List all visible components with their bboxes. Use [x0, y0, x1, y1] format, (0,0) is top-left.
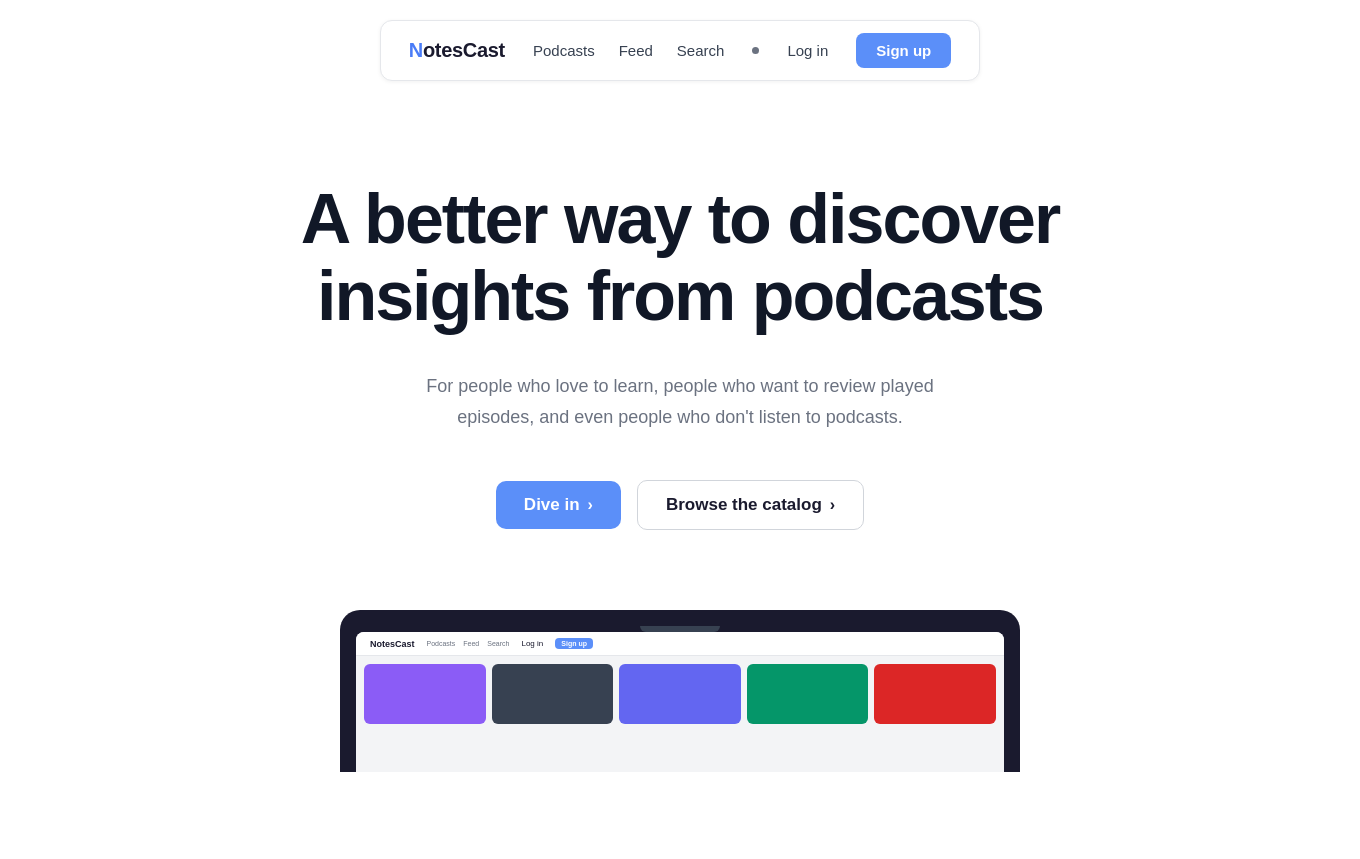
chevron-right-icon-secondary: › — [830, 496, 835, 514]
mini-login: Log in — [521, 639, 543, 648]
nav-link-feed[interactable]: Feed — [619, 42, 653, 59]
browse-catalog-label: Browse the catalog — [666, 495, 822, 515]
mini-card-5 — [874, 664, 996, 724]
hero-cta-group: Dive in › Browse the catalog › — [496, 480, 864, 530]
signup-button[interactable]: Sign up — [856, 33, 951, 68]
dive-in-button[interactable]: Dive in › — [496, 481, 621, 529]
mini-nav-podcasts: Podcasts — [427, 640, 456, 647]
mini-nav-search: Search — [487, 640, 509, 647]
brand-logo[interactable]: NotesCast — [409, 39, 505, 62]
dive-in-label: Dive in — [524, 495, 580, 515]
chevron-right-icon: › — [588, 496, 593, 514]
mini-content-grid — [356, 656, 1004, 732]
mini-card-1 — [364, 664, 486, 724]
mini-nav-links: Podcasts Feed Search — [427, 640, 510, 647]
mini-card-2 — [492, 664, 614, 724]
hero-subtitle: For people who love to learn, people who… — [420, 371, 940, 432]
nav-link-podcasts[interactable]: Podcasts — [533, 42, 595, 59]
hero-section: A better way to discover insights from p… — [0, 101, 1360, 590]
mini-signup: Sign up — [555, 638, 593, 649]
laptop-frame: NotesCast Podcasts Feed Search Log in Si… — [340, 610, 1020, 772]
login-link[interactable]: Log in — [787, 42, 828, 59]
hero-title-line1: A better way to discover — [301, 180, 1060, 258]
nav-links-list: Podcasts Feed Search — [533, 42, 724, 60]
laptop-screen: NotesCast Podcasts Feed Search Log in Si… — [356, 632, 1004, 772]
brand-suffix: otesCast — [423, 39, 505, 61]
navbar-wrapper: NotesCast Podcasts Feed Search Log in Si… — [0, 0, 1360, 101]
mini-navbar: NotesCast Podcasts Feed Search Log in Si… — [356, 632, 1004, 656]
mini-brand-logo: NotesCast — [370, 639, 415, 649]
mini-card-3 — [619, 664, 741, 724]
navbar: NotesCast Podcasts Feed Search Log in Si… — [380, 20, 981, 81]
brand-prefix: N — [409, 39, 423, 61]
laptop-preview-section: NotesCast Podcasts Feed Search Log in Si… — [0, 590, 1360, 772]
hero-title: A better way to discover insights from p… — [301, 181, 1060, 335]
mini-card-4 — [747, 664, 869, 724]
nav-link-search[interactable]: Search — [677, 42, 725, 59]
hero-title-line2: insights from podcasts — [317, 257, 1043, 335]
mini-nav-feed: Feed — [463, 640, 479, 647]
nav-dot-separator — [752, 47, 759, 54]
browse-catalog-button[interactable]: Browse the catalog › — [637, 480, 864, 530]
